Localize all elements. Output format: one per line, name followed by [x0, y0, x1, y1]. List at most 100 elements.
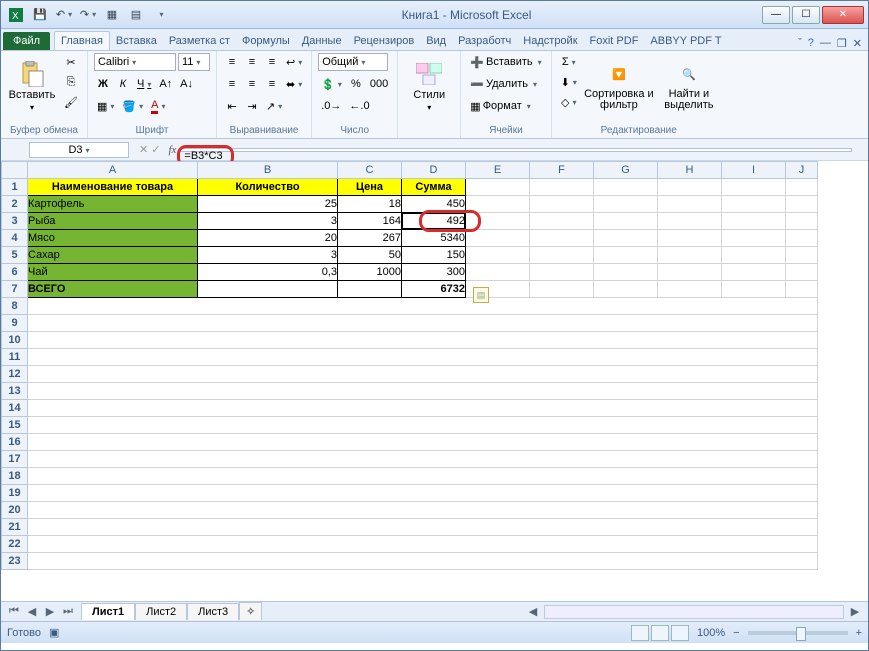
col-header-A[interactable]: A [28, 162, 198, 179]
cell-B4[interactable]: 20 [198, 230, 338, 247]
row-header[interactable]: 5 [2, 247, 28, 264]
cell-D3[interactable]: 492 [402, 213, 466, 230]
tab-review[interactable]: Рецензиров [348, 32, 421, 50]
row-header[interactable]: 7 [2, 281, 28, 298]
cell-A7[interactable]: ВСЕГО [28, 281, 198, 298]
tab-layout[interactable]: Разметка ст [163, 32, 236, 50]
col-header-F[interactable]: F [530, 162, 594, 179]
align-bottom-button[interactable]: ≡ [263, 53, 281, 71]
doc-restore-icon[interactable]: ❐ [837, 37, 847, 50]
cell-B6[interactable]: 0,3 [198, 264, 338, 281]
sheet-tab-2[interactable]: Лист2 [135, 603, 187, 620]
row-header[interactable]: 2 [2, 196, 28, 213]
styles-button[interactable]: Стили▾ [404, 53, 454, 119]
accept-formula-icon[interactable]: ✓ [151, 143, 160, 156]
sheet-nav-first[interactable]: ⏮ [5, 605, 23, 618]
wrap-text-button[interactable]: ↩ [283, 53, 305, 71]
currency-button[interactable]: 💲 [318, 75, 345, 93]
bold-button[interactable]: Ж [94, 75, 112, 93]
merge-button[interactable]: ⬌ [283, 75, 305, 93]
number-format-select[interactable]: Общий [318, 53, 388, 71]
tab-view[interactable]: Вид [420, 32, 452, 50]
tab-insert[interactable]: Вставка [110, 32, 163, 50]
cell-C6[interactable]: 1000 [338, 264, 402, 281]
close-button[interactable]: ✕ [822, 6, 864, 24]
cell-D7[interactable]: 6732 [402, 281, 466, 298]
cell-D6[interactable]: 300 [402, 264, 466, 281]
cell-B2[interactable]: 25 [198, 196, 338, 213]
cell-D2[interactable]: 450 [402, 196, 466, 213]
view-layout-button[interactable] [651, 625, 669, 641]
col-header-C[interactable]: C [338, 162, 402, 179]
find-select-button[interactable]: 🔍 Найти и выделить [658, 53, 720, 119]
underline-button[interactable]: Ч [134, 75, 154, 93]
sheet-tab-1[interactable]: Лист1 [81, 603, 135, 620]
tab-foxit[interactable]: Foxit PDF [584, 32, 645, 50]
column-headers[interactable]: A B C D E F G H I J [2, 162, 818, 179]
hscroll-left[interactable]: ◀ [524, 605, 542, 619]
col-header-D[interactable]: D [402, 162, 466, 179]
excel-icon[interactable]: X [5, 5, 27, 25]
indent-increase-button[interactable]: ⇥ [243, 97, 261, 115]
align-center-button[interactable]: ≡ [243, 75, 261, 93]
clear-button[interactable]: ◇ [558, 93, 580, 111]
cell-A2[interactable]: Картофель [28, 196, 198, 213]
orientation-button[interactable]: ↗ [263, 97, 285, 115]
font-color-button[interactable]: A [148, 97, 168, 115]
col-header-H[interactable]: H [658, 162, 722, 179]
col-header-B[interactable]: B [198, 162, 338, 179]
align-top-button[interactable]: ≡ [223, 53, 241, 71]
macro-record-icon[interactable]: ▣ [49, 626, 59, 639]
grow-font-button[interactable]: A↑ [156, 75, 175, 93]
doc-minimize-icon[interactable]: — [820, 37, 831, 50]
cell-C2[interactable]: 18 [338, 196, 402, 213]
italic-button[interactable]: К [114, 75, 132, 93]
percent-button[interactable]: % [347, 75, 365, 93]
copy-button[interactable]: ⎘ [61, 73, 81, 91]
help-icon[interactable]: ? [808, 37, 814, 50]
comma-button[interactable]: 000 [367, 75, 391, 93]
cut-button[interactable]: ✂ [61, 53, 81, 71]
sheet-nav-last[interactable]: ⏭ [59, 605, 77, 618]
cell-C3[interactable]: 164 [338, 213, 402, 230]
undo-button[interactable]: ↶ [53, 5, 75, 25]
view-pagebreak-button[interactable] [671, 625, 689, 641]
name-box[interactable]: D3 [29, 142, 129, 158]
delete-cells-button[interactable]: ➖ Удалить [467, 75, 540, 93]
sheet-tab-3[interactable]: Лист3 [187, 603, 239, 620]
format-painter-button[interactable]: 🖌 [61, 93, 81, 111]
tab-data[interactable]: Данные [296, 32, 348, 50]
save-icon[interactable]: 💾 [29, 5, 51, 25]
cell-B5[interactable]: 3 [198, 247, 338, 264]
worksheet-grid[interactable]: A B C D E F G H I J 1 Наименование товар… [1, 161, 868, 621]
row-header[interactable]: 3 [2, 213, 28, 230]
formula-input[interactable]: =B3*C3 [180, 148, 852, 152]
cell-A6[interactable]: Чай [28, 264, 198, 281]
new-sheet-button[interactable]: ✧ [239, 602, 262, 620]
minimize-button[interactable]: — [762, 6, 790, 24]
tab-formulas[interactable]: Формулы [236, 32, 296, 50]
hscroll-bar[interactable] [544, 605, 844, 619]
cell-D4[interactable]: 5340 [402, 230, 466, 247]
cell-A3[interactable]: Рыба [28, 213, 198, 230]
zoom-level[interactable]: 100% [697, 627, 725, 639]
row-header[interactable]: 1 [2, 179, 28, 196]
cell-C1[interactable]: Цена [338, 179, 402, 196]
cell-D5[interactable]: 150 [402, 247, 466, 264]
sort-filter-button[interactable]: 🔽 Сортировка и фильтр [584, 53, 654, 119]
cell-B1[interactable]: Количество [198, 179, 338, 196]
doc-close-icon[interactable]: ✕ [853, 37, 862, 50]
paste-button[interactable]: Вставить▾ [7, 53, 57, 119]
zoom-out-button[interactable]: − [733, 627, 739, 639]
row-header[interactable]: 4 [2, 230, 28, 247]
borders-button[interactable]: ▦ [94, 97, 117, 115]
zoom-slider[interactable] [748, 631, 848, 635]
cell-B3[interactable]: 3 [198, 213, 338, 230]
cancel-formula-icon[interactable]: ✕ [139, 143, 148, 156]
redo-button[interactable]: ↷ [77, 5, 99, 25]
font-size-select[interactable]: 11 [178, 53, 210, 71]
increase-decimal-button[interactable]: .0→ [318, 97, 344, 115]
shrink-font-button[interactable]: A↓ [177, 75, 196, 93]
maximize-button[interactable]: ☐ [792, 6, 820, 24]
file-tab[interactable]: Файл [3, 32, 50, 50]
